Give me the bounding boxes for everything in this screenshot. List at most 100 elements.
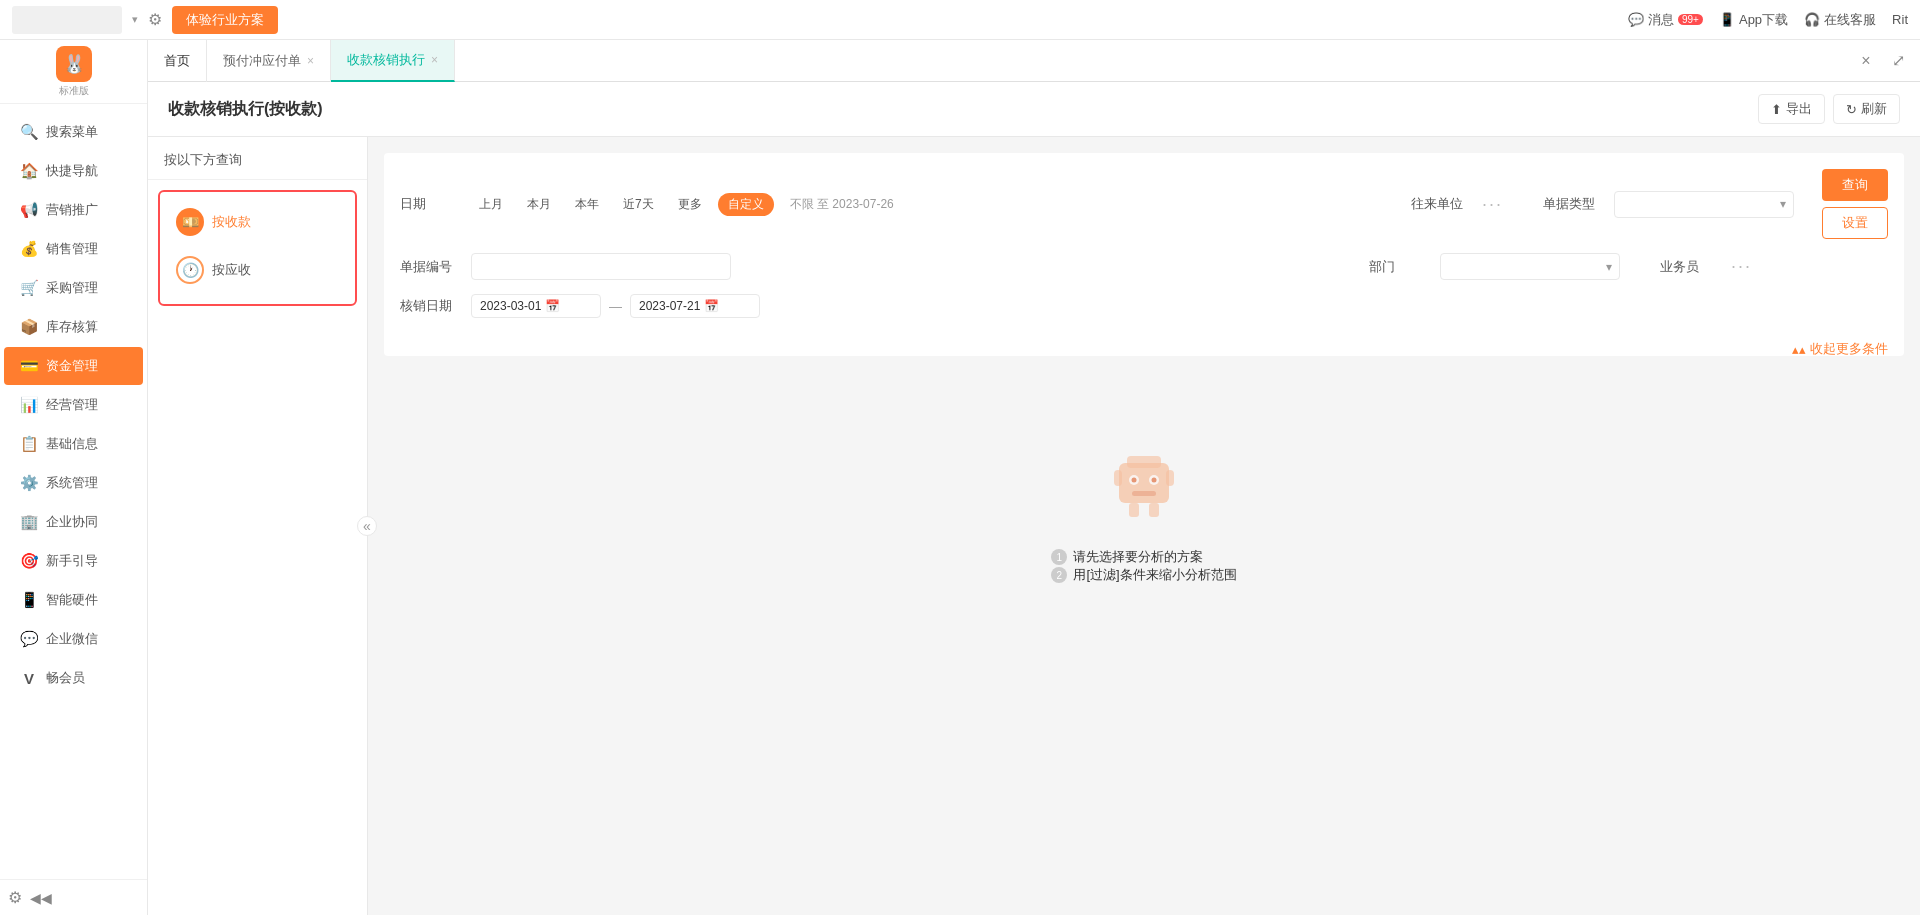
industry-solution-button[interactable]: 体验行业方案 xyxy=(172,6,278,34)
sidebar-label-smart-hw: 智能硬件 xyxy=(46,591,98,609)
bottom-collapse-icon[interactable]: ◀◀ xyxy=(30,890,52,906)
query-options-box: 💴 按收款 🕐 按应收 xyxy=(158,190,357,306)
bottom-gear-icon[interactable]: ⚙ xyxy=(8,888,22,907)
tab-collection[interactable]: 收款核销执行 × xyxy=(331,40,455,82)
sidebar-label-marketing: 营销推广 xyxy=(46,201,98,219)
calendar-start-icon: 📅 xyxy=(545,299,560,313)
sidebar-item-quick-nav[interactable]: 🏠 快捷导航 xyxy=(4,152,143,190)
tab-close-all-icon[interactable]: × xyxy=(1852,47,1880,75)
left-panel: 按以下方查询 « 💴 按收款 🕐 按应收 xyxy=(148,137,368,915)
filter-row-3: 核销日期 2023-03-01 📅 — 2023-07-21 📅 xyxy=(400,294,1888,318)
date-btn-last-month[interactable]: 上月 xyxy=(471,193,511,216)
empty-state: 1 请先选择要分析的方案 2 用[过滤]条件来缩小分析范围 xyxy=(384,368,1904,644)
sidebar-item-smart-hw[interactable]: 📱 智能硬件 xyxy=(4,581,143,619)
export-button[interactable]: ⬆ 导出 xyxy=(1758,94,1825,124)
left-panel-header: 按以下方查询 xyxy=(148,137,367,180)
write-off-date-group: 2023-03-01 📅 — 2023-07-21 📅 xyxy=(471,294,760,318)
sidebar-label-wechat: 企业微信 xyxy=(46,630,98,648)
refresh-icon: ↻ xyxy=(1846,102,1857,117)
collapse-up-icon: ▴▴ xyxy=(1792,342,1806,357)
partner-dots-icon[interactable]: ··· xyxy=(1482,194,1503,215)
tab-expand-icon[interactable]: ⤢ xyxy=(1884,47,1912,75)
sidebar-item-purchase[interactable]: 🛒 采购管理 xyxy=(4,269,143,307)
tab-home-label: 首页 xyxy=(164,52,190,70)
query-option-receipt-label: 按收款 xyxy=(212,213,251,231)
sidebar-item-basic-info[interactable]: 📋 基础信息 xyxy=(4,425,143,463)
app-download-button[interactable]: 📱 App下载 xyxy=(1719,11,1788,29)
sidebar-item-member[interactable]: V 畅会员 xyxy=(4,659,143,697)
tab-home[interactable]: 首页 xyxy=(148,40,207,82)
query-actions: 查询 设置 xyxy=(1810,169,1888,239)
sidebar-label-enterprise: 企业协同 xyxy=(46,513,98,531)
refresh-button[interactable]: ↻ 刷新 xyxy=(1833,94,1900,124)
tab-prepay-close-icon[interactable]: × xyxy=(307,54,314,68)
home-icon: 🏠 xyxy=(20,162,38,180)
dept-label: 部门 xyxy=(1369,258,1424,276)
doc-type-select[interactable] xyxy=(1614,191,1794,218)
brand-icon: 🐰 xyxy=(56,46,92,82)
right-content: 日期 上月 本月 本年 近7天 更多 自定义 不限 至 2023-07-26 往… xyxy=(368,137,1920,915)
sidebar-label-sales: 销售管理 xyxy=(46,240,98,258)
doc-no-input[interactable] xyxy=(471,253,731,280)
write-off-start-input[interactable]: 2023-03-01 📅 xyxy=(471,294,601,318)
date-btn-7days[interactable]: 近7天 xyxy=(615,193,662,216)
sidebar-item-marketing[interactable]: 📢 营销推广 xyxy=(4,191,143,229)
empty-tip-2-text: 用[过滤]条件来缩小分析范围 xyxy=(1073,566,1236,584)
messages-button[interactable]: 💬 消息 99+ xyxy=(1628,11,1703,29)
tab-collection-label: 收款核销执行 xyxy=(347,51,425,69)
sidebar-item-enterprise[interactable]: 🏢 企业协同 xyxy=(4,503,143,541)
query-button[interactable]: 查询 xyxy=(1822,169,1888,201)
empty-tip-1: 1 请先选择要分析的方案 xyxy=(1051,548,1236,566)
tip-num-2: 2 xyxy=(1051,567,1067,583)
svg-rect-9 xyxy=(1129,503,1139,517)
online-service-button[interactable]: 🎧 在线客服 xyxy=(1804,11,1876,29)
basic-info-icon: 📋 xyxy=(20,435,38,453)
filter-row-2: 单据编号 部门 业务员 ··· xyxy=(400,253,1888,280)
tab-bar: 首页 预付冲应付单 × 收款核销执行 × × ⤢ xyxy=(148,40,1920,82)
date-btn-this-year[interactable]: 本年 xyxy=(567,193,607,216)
calendar-end-icon: 📅 xyxy=(704,299,719,313)
main-layout: 🐰 标准版 🔍 搜索菜单 🏠 快捷导航 📢 营销推广 💰 销售管理 🛒 xyxy=(0,40,1920,915)
sidebar-item-search[interactable]: 🔍 搜索菜单 xyxy=(4,113,143,151)
settings-icon[interactable]: ⚙ xyxy=(148,10,162,29)
query-option-by-receivable[interactable]: 🕐 按应收 xyxy=(164,248,351,292)
query-option-by-receipt[interactable]: 💴 按收款 xyxy=(164,200,351,244)
tip-num-1: 1 xyxy=(1051,549,1067,565)
receipt-icon: 💴 xyxy=(176,208,204,236)
empty-tips: 1 请先选择要分析的方案 2 用[过滤]条件来缩小分析范围 xyxy=(1051,548,1236,584)
sidebar-item-newbie[interactable]: 🎯 新手引导 xyxy=(4,542,143,580)
collapse-label: 收起更多条件 xyxy=(1810,340,1888,358)
tab-collection-close-icon[interactable]: × xyxy=(431,53,438,67)
service-icon: 🎧 xyxy=(1804,12,1820,27)
settings-button[interactable]: 设置 xyxy=(1822,207,1888,239)
content-area: 首页 预付冲应付单 × 收款核销执行 × × ⤢ 收款核销执行(按收款) ⬆ xyxy=(148,40,1920,915)
sidebar-item-finance[interactable]: 💳 资金管理 xyxy=(4,347,143,385)
sidebar-label-system: 系统管理 xyxy=(46,474,98,492)
sidebar-item-system[interactable]: ⚙️ 系统管理 xyxy=(4,464,143,502)
collapse-button[interactable]: ▴▴ 收起更多条件 xyxy=(1792,340,1888,358)
export-label: 导出 xyxy=(1786,100,1812,118)
user-avatar[interactable]: Rit xyxy=(1892,10,1908,30)
date-btn-more[interactable]: 更多 xyxy=(670,193,710,216)
date-btn-this-month[interactable]: 本月 xyxy=(519,193,559,216)
left-panel-collapse-icon[interactable]: « xyxy=(357,516,377,536)
date-range-separator: — xyxy=(609,299,622,314)
sidebar-item-sales[interactable]: 💰 销售管理 xyxy=(4,230,143,268)
topbar-logo xyxy=(12,6,122,34)
dept-select[interactable] xyxy=(1440,253,1620,280)
staff-dots-icon[interactable]: ··· xyxy=(1731,256,1752,277)
message-badge: 99+ xyxy=(1678,14,1703,25)
sidebar-item-wechat[interactable]: 💬 企业微信 xyxy=(4,620,143,658)
write-off-end-input[interactable]: 2023-07-21 📅 xyxy=(630,294,760,318)
date-btn-custom[interactable]: 自定义 xyxy=(718,193,774,216)
dropdown-arrow-icon[interactable]: ▾ xyxy=(132,13,138,26)
sales-icon: 💰 xyxy=(20,240,38,258)
inventory-icon: 📦 xyxy=(20,318,38,336)
write-off-end-value: 2023-07-21 xyxy=(639,299,700,313)
svg-rect-1 xyxy=(1127,456,1161,468)
sidebar-item-business[interactable]: 📊 经营管理 xyxy=(4,386,143,424)
brand-label: 标准版 xyxy=(59,84,89,98)
filter-row-1: 日期 上月 本月 本年 近7天 更多 自定义 不限 至 2023-07-26 往… xyxy=(400,169,1888,239)
tab-prepay[interactable]: 预付冲应付单 × xyxy=(207,40,331,82)
sidebar-item-inventory[interactable]: 📦 库存核算 xyxy=(4,308,143,346)
